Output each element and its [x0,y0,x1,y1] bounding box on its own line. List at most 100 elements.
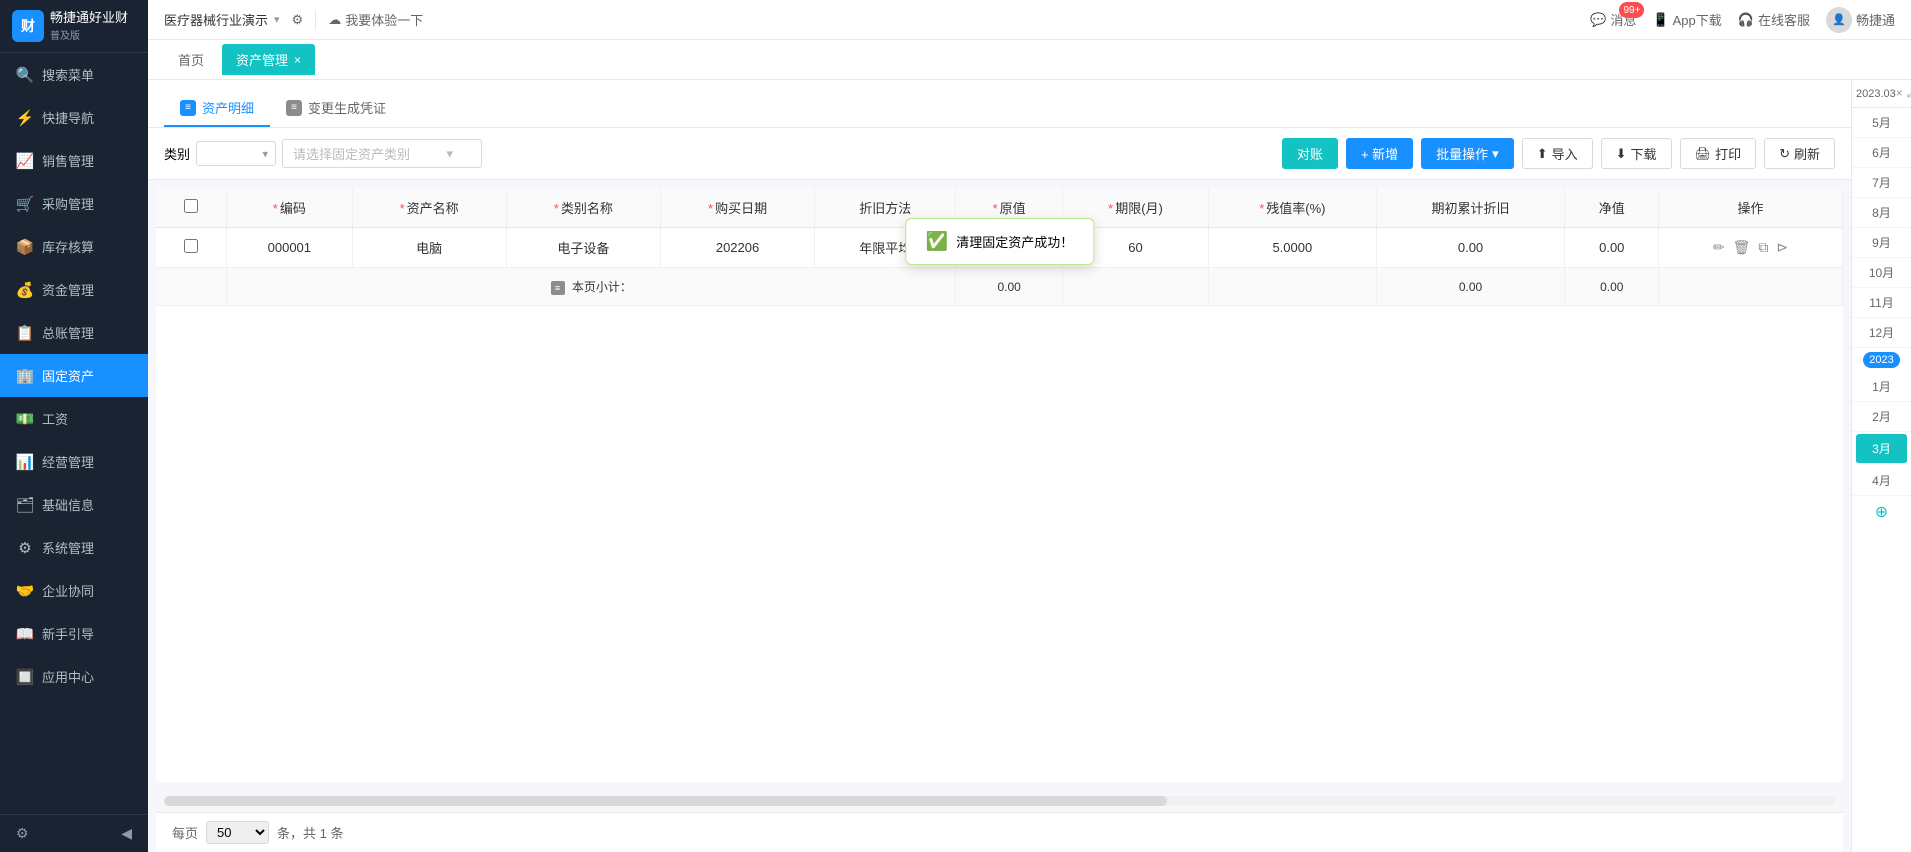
sidebar-item-operations[interactable]: 📊 经营管理 [0,440,148,483]
timeline-month-11[interactable]: 11月 [1852,288,1911,318]
sidebar-item-collab[interactable]: 🤝 企业协同 [0,569,148,612]
reconcile-button[interactable]: 对账 [1282,138,1338,169]
sidebar-label-guide: 新手引导 [42,624,94,643]
sidebar-item-fixed-assets[interactable]: 🏢 固定资产 [0,354,148,397]
message-btn[interactable]: 💬 消息 99+ [1590,10,1636,29]
logo-icon: 财 [12,10,44,42]
funds-icon: 💰 [16,281,34,299]
service-label: 在线客服 [1758,10,1810,29]
timeline-year-2023[interactable]: 2023 [1852,348,1911,372]
select-all-checkbox[interactable] [184,199,198,213]
timeline-down-btn[interactable]: ⊕ [1852,496,1911,528]
batch-ops-label: 批量操作 [1436,144,1488,163]
asset-detail-tab-icon: ≡ [180,100,196,116]
timeline-month-12-label: 12月 [1869,326,1894,340]
timeline-month-10[interactable]: 10月 [1852,258,1911,288]
topbar-divider [315,10,316,30]
timeline-month-4[interactable]: 4月 [1852,466,1911,496]
sidebar-item-quick-nav[interactable]: ⚡ 快捷导航 [0,96,148,139]
timeline-panel: 2023.03 × ⤢ 5月 6月 7月 8月 [1851,80,1911,852]
sidebar-item-inventory[interactable]: 📦 库存核算 [0,225,148,268]
td-subtotal-label: ≡ 本页小计： [227,268,956,306]
required-star: * [400,201,405,216]
print-button[interactable]: 🖨 打印 [1680,138,1757,169]
sidebar-item-search[interactable]: 🔍 搜索菜单 [0,53,148,96]
h-scrollbar-thumb[interactable] [164,796,1167,806]
logo-sub: 普及版 [50,27,128,42]
th-initial-accum: 期初累计折旧 [1376,188,1565,228]
settings-icon[interactable]: ⚙ [16,825,29,842]
h-scrollbar[interactable] [164,796,1835,806]
td-subtotal-net: 0.00 [1565,268,1659,306]
app-download-btn[interactable]: 📱 App下载 [1652,10,1721,29]
sidebar-label-basics: 基础信息 [42,495,94,514]
batch-ops-chevron-icon: ▾ [1492,146,1499,162]
new-button[interactable]: + 新增 [1346,138,1413,169]
sidebar-label-inventory: 库存核算 [42,237,94,256]
import-icon: ⬆ [1537,146,1548,162]
user-avatar-btn[interactable]: 👤 畅捷通 [1826,7,1895,33]
required-star: * [993,201,998,216]
toolbar: 类别 请选择固定资产类别 ▾ 对账 [148,128,1851,180]
per-page-select[interactable]: 50 [206,821,269,844]
timeline-month-6-label: 6月 [1872,146,1891,160]
timeline-year-badge[interactable]: 2023 [1863,352,1899,368]
timeline-month-7[interactable]: 7月 [1852,168,1911,198]
timeline-scroll[interactable]: 5月 6月 7月 8月 9月 10月 11月 [1852,108,1911,852]
sidebar-label-purchase: 采购管理 [42,194,94,213]
sidebar-item-wages[interactable]: 💵 工资 [0,397,148,440]
td-net-value: 0.00 [1565,228,1659,268]
collab-icon: 🤝 [16,582,34,600]
experience-btn[interactable]: ☁ 我要体验一下 [328,10,423,29]
timeline-month-6[interactable]: 6月 [1852,138,1911,168]
timeline-month-9[interactable]: 9月 [1852,228,1911,258]
timeline-month-12[interactable]: 12月 [1852,318,1911,348]
tab-home[interactable]: 首页 [164,44,218,75]
timeline-close-icon[interactable]: × [1896,86,1903,101]
timeline-expand-icon[interactable]: ⤢ [1907,86,1911,101]
sidebar-item-system[interactable]: ⚙ 系统管理 [0,526,148,569]
th-action: 操作 [1659,188,1843,228]
edit-icon[interactable]: ✏ [1713,239,1725,256]
timeline-month-8[interactable]: 8月 [1852,198,1911,228]
content-area: ≡ 资产明细 ≡ 变更生成凭证 类别 [148,80,1911,852]
collapse-icon[interactable]: ◀ [121,825,132,842]
online-service-btn[interactable]: 🎧 在线客服 [1738,10,1810,29]
more-icon[interactable]: ⊳ [1776,239,1788,256]
settings-gear-icon[interactable]: ⚙ [292,12,304,28]
timeline-down-icon[interactable]: ⊕ [1875,502,1888,522]
tab-asset-mgmt[interactable]: 资产管理 × [222,44,315,75]
sidebar-item-app-center[interactable]: 🔲 应用中心 [0,655,148,698]
batch-ops-button[interactable]: 批量操作 ▾ [1421,138,1514,169]
sidebar-item-purchase[interactable]: 🛒 采购管理 [0,182,148,225]
company-selector[interactable]: 医疗器械行业演示 ▾ [164,10,280,29]
sidebar-label-wages: 工资 [42,409,68,428]
sidebar-item-sales[interactable]: 📈 销售管理 [0,139,148,182]
category-select[interactable] [196,141,276,166]
refresh-button[interactable]: ↻ 刷新 [1764,138,1835,169]
sidebar-item-funds[interactable]: 💰 资金管理 [0,268,148,311]
copy-icon[interactable]: ⧉ [1758,239,1768,256]
import-button[interactable]: ⬆ 导入 [1522,138,1593,169]
sidebar-item-basics[interactable]: 🗂 基础信息 [0,483,148,526]
sub-tab-generate-voucher[interactable]: ≡ 变更生成凭证 [270,90,402,127]
category-input[interactable]: 请选择固定资产类别 ▾ [282,139,482,168]
timeline-month-1-label: 1月 [1872,380,1891,394]
sidebar-item-ledger[interactable]: 📋 总账管理 [0,311,148,354]
timeline-month-5[interactable]: 5月 [1852,108,1911,138]
timeline-month-3[interactable]: 3月 [1856,434,1907,464]
download-button[interactable]: ⬇ 下载 [1601,138,1672,169]
timeline-month-11-label: 11月 [1869,296,1893,310]
timeline-month-2[interactable]: 2月 [1852,402,1911,432]
print-icon: 🖨 [1695,146,1712,162]
th-name: *资产名称 [352,188,506,228]
delete-icon[interactable]: 🗑 [1733,239,1751,256]
sidebar-item-guide[interactable]: 📖 新手引导 [0,612,148,655]
timeline-month-1[interactable]: 1月 [1852,372,1911,402]
sub-tab-asset-detail[interactable]: ≡ 资产明细 [164,90,270,127]
row-checkbox[interactable] [184,239,198,253]
category-label: 类别 [164,144,190,163]
refresh-icon: ↻ [1779,146,1790,162]
tab-close-icon[interactable]: × [294,53,301,67]
td-subtotal-action [1659,268,1843,306]
